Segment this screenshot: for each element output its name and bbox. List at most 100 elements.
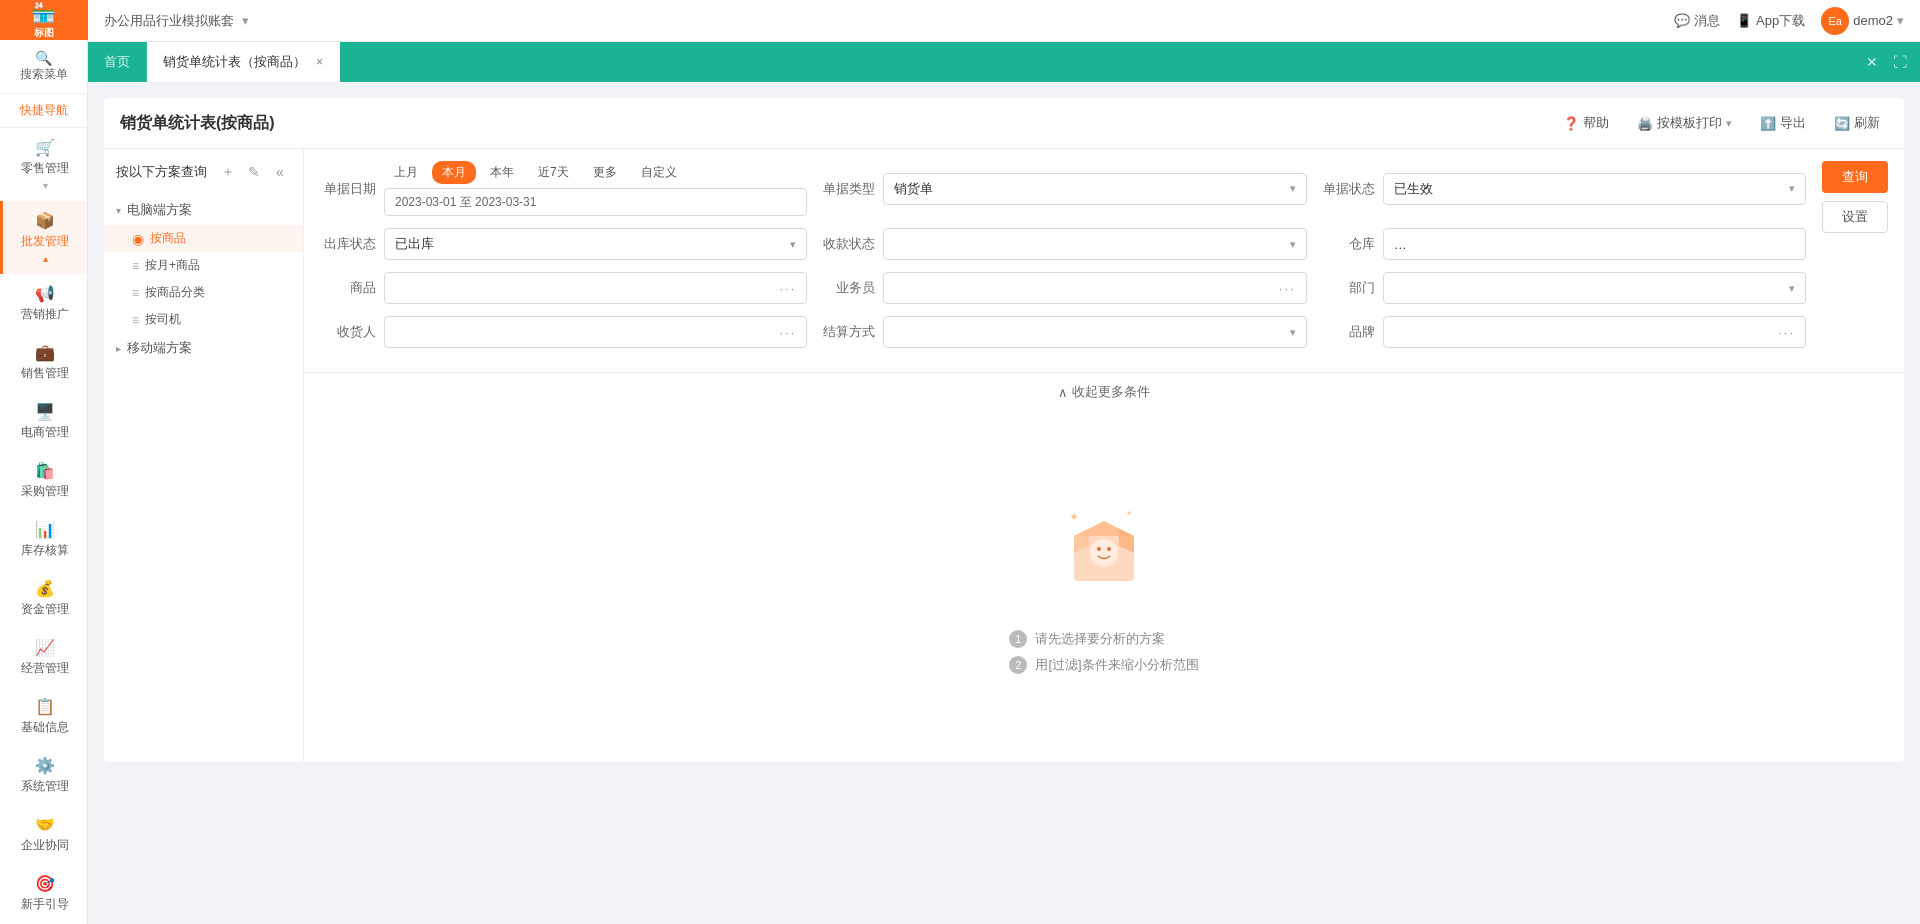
date-range-input[interactable]: 2023-03-01 至 2023-03-31 [384, 188, 807, 216]
sidebar-item-wholesale[interactable]: 📦 批发管理 ▴ [0, 201, 87, 274]
receiver-select[interactable]: ··· [384, 316, 807, 348]
payment-status-select[interactable]: ▾ [883, 228, 1306, 260]
sidebar-item-inventory[interactable]: 📊 库存核算 [0, 510, 87, 569]
filter-item-brand: 品牌 ··· [1319, 316, 1806, 348]
tab-home[interactable]: 首页 [88, 42, 147, 82]
dots-icon: ··· [1279, 281, 1296, 296]
sidebar-item-finance[interactable]: 💰 资金管理 [0, 569, 87, 628]
doc-type-select[interactable]: 销货单 ▾ [883, 173, 1306, 205]
goods-select[interactable]: ··· [384, 272, 807, 304]
help-btn[interactable]: ❓ 帮助 [1555, 110, 1617, 136]
sidebar-item-basic[interactable]: 📋 基础信息 [0, 687, 87, 746]
app-logo[interactable]: 🏪 标图 [0, 0, 88, 40]
tab-close-icon[interactable]: × [316, 55, 323, 69]
solution-collapse-btn[interactable]: « [269, 161, 291, 183]
help-icon: ❓ [1563, 116, 1579, 131]
tab-maximize-btn[interactable]: ⛶ [1888, 50, 1912, 74]
sidebar-item-ecommerce[interactable]: 🖥️ 电商管理 [0, 392, 87, 451]
doc-status-label: 单据状态 [1319, 180, 1375, 198]
sidebar-item-marketing[interactable]: 📢 营销推广 [0, 274, 87, 333]
tree-group-mobile[interactable]: ▸ 移动端方案 [104, 333, 303, 363]
collapse-more-btn[interactable]: ∧ 收起更多条件 [304, 372, 1904, 411]
sidebar-item-system[interactable]: ⚙️ 系统管理 [0, 746, 87, 805]
solution-panel-header: 按以下方案查询 ＋ ✎ « [104, 157, 303, 187]
tree-sub-icon: ≡ [132, 259, 139, 273]
message-btn[interactable]: 💬 消息 [1674, 12, 1720, 30]
header-dropdown-text[interactable]: 办公用品行业模拟账套 [104, 12, 234, 30]
sidebar-search[interactable]: 🔍 搜索菜单 [0, 40, 87, 94]
user-profile[interactable]: Ea demo2 ▾ [1821, 7, 1904, 35]
print-btn[interactable]: 🖨️ 按模板打印 ▾ [1629, 110, 1740, 136]
warehouse2-label: 仓库 [1319, 235, 1375, 253]
filter-item-goods: 商品 ··· [320, 272, 807, 304]
dept-select[interactable]: ▾ [1383, 272, 1806, 304]
app-download-btn[interactable]: 📱 App下载 [1736, 12, 1805, 30]
tree-item-label: 按司机 [145, 311, 181, 328]
tree-item-by-goods[interactable]: ◉ 按商品 [104, 225, 303, 252]
system-icon: ⚙️ [35, 756, 55, 775]
date-tabs: 上月 本月 本年 近7天 更多 自定义 [384, 161, 807, 184]
brand-select[interactable]: ··· [1383, 316, 1806, 348]
header-dropdown-icon[interactable]: ▾ [242, 13, 249, 28]
sidebar-item-label: 营销推广 [21, 306, 69, 323]
doc-status-select[interactable]: 已生效 ▾ [1383, 173, 1806, 205]
dots-icon: ··· [779, 281, 796, 296]
date-filter-group: 上月 本月 本年 近7天 更多 自定义 2023-0 [384, 161, 807, 216]
export-btn[interactable]: ⬆️ 导出 [1752, 110, 1814, 136]
message-label: 消息 [1694, 12, 1720, 30]
dots-icon: ··· [1778, 325, 1795, 340]
header-left: 办公用品行业模拟账套 ▾ [104, 12, 249, 30]
settlement-select[interactable]: ▾ [883, 316, 1306, 348]
dropdown-arrow-icon: ▾ [1789, 282, 1795, 295]
tab-close-window-btn[interactable]: ✕ [1860, 50, 1884, 74]
svg-point-4 [1090, 539, 1118, 567]
step-1-text: 请先选择要分析的方案 [1035, 630, 1165, 648]
settings-btn[interactable]: 设置 [1822, 201, 1888, 233]
date-tab-this-month[interactable]: 本月 [432, 161, 476, 184]
sidebar-item-sales[interactable]: 💼 销售管理 [0, 333, 87, 392]
svg-text:✦: ✦ [1069, 510, 1079, 524]
sidebar-item-label: 系统管理 [21, 778, 69, 795]
sidebar-item-label: 采购管理 [21, 483, 69, 500]
user-dropdown-icon: ▾ [1897, 13, 1904, 28]
sidebar-item-newuser[interactable]: 🎯 新手引导 [0, 864, 87, 923]
sidebar-item-purchase[interactable]: 🛍️ 采购管理 [0, 451, 87, 510]
solution-edit-btn[interactable]: ✎ [243, 161, 265, 183]
date-tab-custom[interactable]: 自定义 [631, 161, 687, 184]
doc-type-value: 销货单 [894, 180, 933, 198]
filter-item-payment-status: 收款状态 ▾ [819, 228, 1306, 260]
sidebar-item-retail[interactable]: 🛒 零售管理 ▾ [0, 128, 87, 201]
tree-group-desktop[interactable]: ▾ 电脑端方案 [104, 195, 303, 225]
sidebar-quick-nav[interactable]: 快捷导航 [0, 94, 87, 128]
settlement-label: 结算方式 [819, 323, 875, 341]
solution-add-btn[interactable]: ＋ [217, 161, 239, 183]
refresh-icon: 🔄 [1834, 116, 1850, 131]
tree-item-label: 按商品分类 [145, 284, 205, 301]
brand-label: 品牌 [1319, 323, 1375, 341]
warehouse2-select[interactable]: … [1383, 228, 1806, 260]
tab-sales-stat[interactable]: 销货单统计表（按商品） × [147, 42, 340, 82]
date-tab-this-year[interactable]: 本年 [480, 161, 524, 184]
page-title-bar: 销货单统计表(按商品) ❓ 帮助 🖨️ 按模板打印 ▾ ⬆️ 导出 [104, 98, 1904, 149]
sidebar-search-label: 搜索菜单 [8, 66, 79, 83]
solution-panel-actions: ＋ ✎ « [217, 161, 291, 183]
salesperson-select[interactable]: ··· [883, 272, 1306, 304]
tree-item-by-goods-category[interactable]: ≡ 按商品分类 [104, 279, 303, 306]
query-btn[interactable]: 查询 [1822, 161, 1888, 193]
dots-icon: ··· [779, 325, 796, 340]
date-tab-last-month[interactable]: 上月 [384, 161, 428, 184]
tab-bar: 首页 销货单统计表（按商品） × ✕ ⛶ [88, 42, 1920, 82]
tree-item-by-driver[interactable]: ≡ 按司机 [104, 306, 303, 333]
sidebar-item-operations[interactable]: 📈 经营管理 [0, 628, 87, 687]
tree-item-by-month-goods[interactable]: ≡ 按月+商品 [104, 252, 303, 279]
warehouse-status-select[interactable]: 已出库 ▾ [384, 228, 807, 260]
collapse-arrow-icon: ∧ [1058, 385, 1068, 400]
date-tab-7days[interactable]: 近7天 [528, 161, 579, 184]
sidebar-item-label: 基础信息 [21, 719, 69, 736]
refresh-btn[interactable]: 🔄 刷新 [1826, 110, 1888, 136]
sidebar-item-enterprise[interactable]: 🤝 企业协同 [0, 805, 87, 864]
date-tab-more[interactable]: 更多 [583, 161, 627, 184]
logo-icon: 🏪 [31, 0, 56, 24]
page-actions: ❓ 帮助 🖨️ 按模板打印 ▾ ⬆️ 导出 🔄 刷新 [1555, 110, 1888, 136]
edit-icon: ✎ [248, 164, 260, 180]
